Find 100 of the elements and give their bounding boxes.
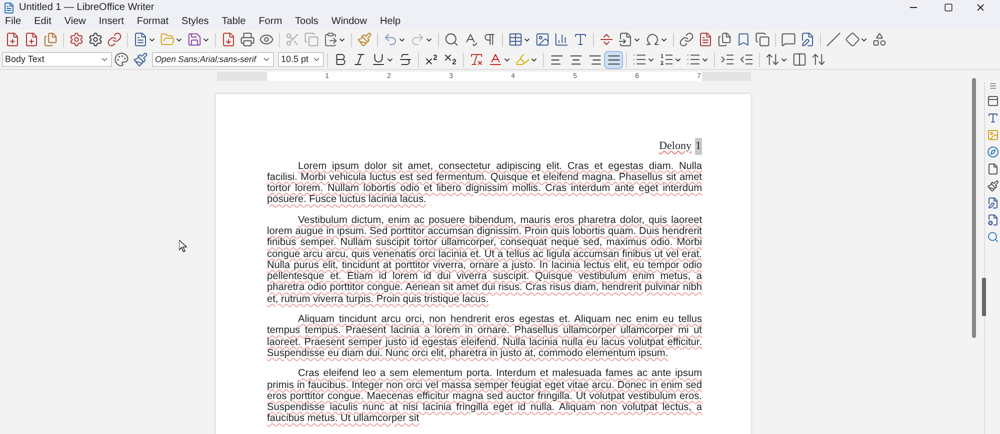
- menu-item[interactable]: Edit: [34, 16, 52, 28]
- subscript-icon: [443, 52, 458, 67]
- link-button[interactable]: [105, 30, 124, 48]
- properties-icon[interactable]: [986, 95, 998, 107]
- caret-icon: [660, 36, 668, 44]
- table-icon: [508, 32, 523, 47]
- comment-icon: [781, 32, 796, 47]
- caret-icon: [398, 36, 406, 44]
- caret-icon: [425, 36, 433, 44]
- new-document-icon: [5, 32, 20, 47]
- line-button[interactable]: [824, 30, 843, 48]
- paragraph: Lorem ipsum dolor sit amet, consectetur adipiscing elit. Cras et egestas diam. Nulla facilisi. Morbi vehicula luctus est sed fermentum. Quisque et eleifend magna. Phasellus sit amet tortor lorem. Nullam lobortis odio et libero dignissim mollis. Cras interdum ante eget interdum posuere. Fusce luctus lacinia lacus.: [267, 160, 702, 206]
- paste-icon: [323, 32, 338, 47]
- navigator-icon[interactable]: [986, 146, 998, 158]
- open-icon: [160, 32, 175, 47]
- formatting-marks-icon: [482, 32, 497, 47]
- caret-icon: [386, 56, 394, 64]
- caret-icon: [523, 36, 531, 44]
- redo-icon: [410, 32, 425, 47]
- styles-icon[interactable]: [986, 112, 998, 124]
- paragraph: Cras eleifend leo a sem elementum porta. Interdum et malesuada fames ac ante ipsum primis in faucibus. Integer non orci vel massa semper feugiat eget vitae arcu. Donec in enim sed eros porttitor congue. Maecenas efficitur magna sed auctor fringilla. Ut volutpat vestibulum eros. Suspendisse iaculis nunc at nisi lacinia fringilla eget id nulla. Aliquam non volutpat lectus, a faucibus metus. Ut ullamcorper sit: [267, 368, 702, 425]
- italic-icon: [352, 52, 367, 67]
- paintbrush-icon: [357, 32, 372, 47]
- undo-icon: [383, 32, 398, 47]
- paragraph-style-box[interactable]: Body Text: [2, 52, 112, 67]
- font-size-box[interactable]: 10.5 pt: [278, 52, 324, 67]
- preview-icon: [259, 32, 274, 47]
- find-replace-icon: [444, 32, 459, 47]
- caret-icon: [633, 36, 641, 44]
- caret-icon: [860, 36, 868, 44]
- align-right-icon: [588, 52, 602, 66]
- window-title: Untitled 1 — LibreOffice Writer: [19, 1, 154, 15]
- numbered-list-icon: [659, 52, 674, 67]
- writer-logo-icon: [3, 2, 15, 14]
- caret-icon: [148, 36, 156, 44]
- text-box-icon: [573, 32, 588, 47]
- caret-icon: [674, 56, 682, 64]
- underline-icon: [371, 52, 386, 67]
- menu-item[interactable]: Tools: [295, 16, 318, 28]
- menu-item[interactable]: Window: [331, 16, 367, 28]
- menu-item[interactable]: Format: [136, 16, 169, 28]
- paragraph: Aliquam tincidunt arcu orci, non hendrerit eros egestas et. Aliquam nec enim eu tellus tempus tempus. Praesent lacinia a lorem in ornare. Phasellus ullamcorper ullamcorper mi ut laoreet. Praesent semper justo id egestas eleifend. Nulla lacinia nulla eu lacus volutpat efficitur. Suspendisse eu diam dui. Nunc orci elit, pharetra in justo at, commodo elementum ipsum.: [267, 314, 702, 360]
- menu-item[interactable]: Insert: [98, 16, 124, 28]
- page-icon[interactable]: [986, 163, 998, 175]
- menu-item[interactable]: Table: [222, 16, 246, 28]
- caret-icon: [312, 55, 321, 64]
- sidebar-handle[interactable]: [982, 278, 986, 316]
- font-color-icon: [488, 52, 503, 67]
- caret-icon: [647, 56, 655, 64]
- align-center-icon: [568, 52, 582, 66]
- document-page[interactable]: [216, 94, 751, 434]
- line-icon: [826, 32, 841, 47]
- clear-formatting-icon: [469, 52, 484, 67]
- close-icon[interactable]: [975, 2, 986, 13]
- image-icon: [535, 32, 550, 47]
- special-character-icon: [645, 32, 660, 47]
- justify-icon: [606, 52, 620, 66]
- comment-button[interactable]: [779, 30, 798, 48]
- menu-item[interactable]: Form: [258, 16, 282, 28]
- page-number-field: 1: [694, 138, 702, 154]
- shapes-icon: [872, 32, 887, 47]
- scrollbar[interactable]: [972, 78, 976, 338]
- font-name-box[interactable]: Open Sans;Arial;sans-serif: [152, 52, 274, 67]
- restore-icon[interactable]: [944, 3, 953, 12]
- highlighting-icon: [515, 52, 530, 67]
- justify-button[interactable]: [604, 50, 623, 68]
- menu-item[interactable]: Styles: [182, 16, 209, 28]
- paragraph: Vestibulum dictum, enim ac posuere bibendum, mauris eros pharetra dolor, quis laoreet lorem augue in ipsum. Sed porttitor accumsan dignissim. Proin quis lobortis quam. Duis hendrerit finibus semper. Nullam suscipit tortor ullamcorper, consequat neque sed, maximus odio. Morbi congue arcu arcu, quis venenatis orci lacinia et. Ut a tellus ac ligula accumsan finibus ut vel erat. Nulla purus elit, tincidunt at porttitor viverra, ornare a justo. In lacinia lectus elit, eu tempor odio pellentesque et. Etiam id lorem id dui viverra suscipit. Quisque vestibulum enim metus, a pharetra odio porttitor congue. Aenean sit amet dui risus. Cras risus diam, hendrerit pulvinar nibh et, rutrum viverra turpis. Proin quis tristique lacus.: [267, 214, 702, 306]
- increase-indent-icon: [720, 52, 735, 67]
- menu-item[interactable]: Help: [380, 16, 401, 28]
- find-icon[interactable]: [986, 231, 998, 243]
- strikethrough-icon: [398, 52, 413, 67]
- caret-icon: [530, 56, 538, 64]
- hyperlink-button[interactable]: [677, 30, 696, 48]
- hyperlink-icon: [679, 32, 694, 47]
- gear-icon: [69, 32, 84, 47]
- document-icon: [133, 32, 148, 47]
- header-text: Delony: [659, 139, 692, 154]
- menu-icon[interactable]: [988, 82, 996, 90]
- save-icon: [187, 32, 202, 47]
- caret-icon: [262, 55, 271, 64]
- superscript-icon: [424, 52, 439, 67]
- export-pdf-icon: [221, 32, 236, 47]
- caret-icon: [503, 56, 511, 64]
- align-left-icon: [550, 52, 564, 66]
- caret-icon: [175, 36, 183, 44]
- new-document-icon: [24, 32, 39, 47]
- outline-list-icon: [686, 52, 701, 67]
- gear-icon: [88, 32, 103, 47]
- decrease-indent-icon: [739, 52, 754, 67]
- caret-icon: [100, 55, 109, 64]
- mouse-pointer-icon: [179, 240, 187, 252]
- line-spacing-icon: [765, 52, 780, 67]
- menu-item[interactable]: File: [5, 16, 22, 28]
- menu-item[interactable]: View: [64, 16, 86, 28]
- cut-icon: [285, 32, 300, 47]
- print-button[interactable]: [238, 30, 257, 48]
- caret-icon: [780, 56, 788, 64]
- copy-icon: [304, 32, 319, 47]
- link-icon: [107, 32, 122, 47]
